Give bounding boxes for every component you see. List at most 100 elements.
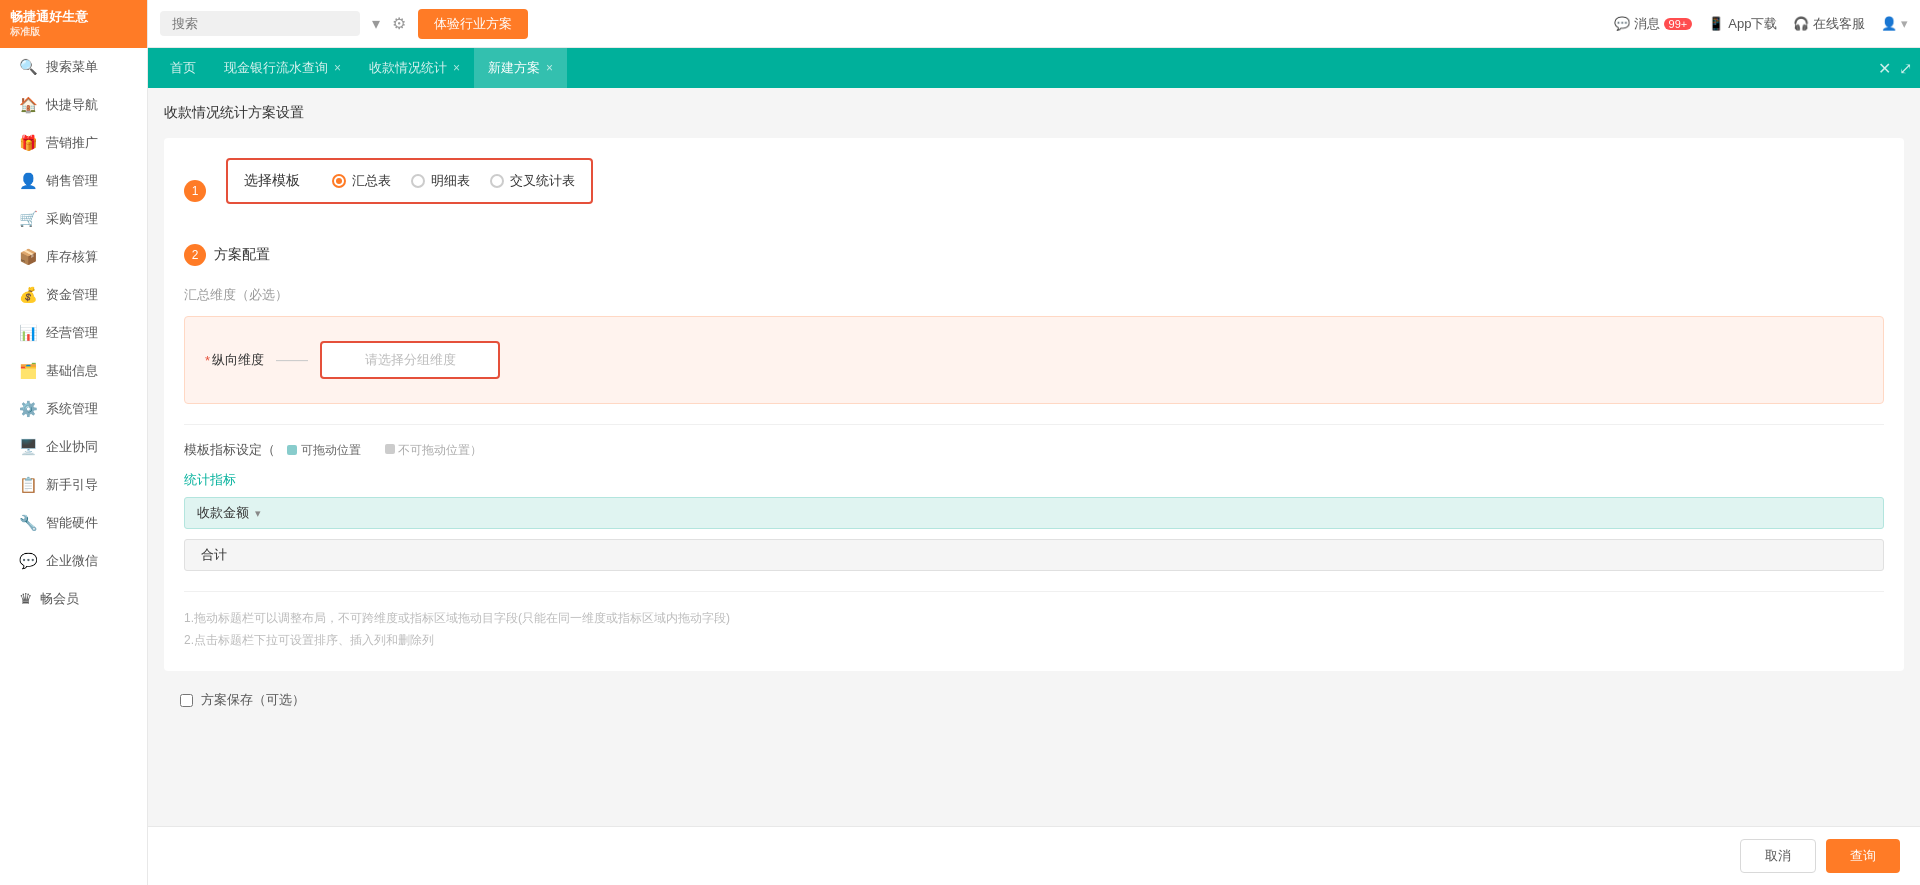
footer: 取消 查询	[148, 826, 1920, 885]
receipt-amount-tag[interactable]: 收款金额 ▾	[184, 497, 1884, 529]
app-icon: 📱	[1708, 16, 1724, 31]
tab-close-btn[interactable]: ✕	[1878, 59, 1891, 78]
sidebar-item-finance[interactable]: 💰 资金管理	[0, 276, 147, 314]
sidebar-item-member[interactable]: ♛ 畅会员	[0, 580, 147, 618]
message-badge: 99+	[1664, 18, 1693, 30]
indicator-settings-label: 模板指标设定（	[184, 441, 275, 459]
app-download-btn[interactable]: 📱 App下载	[1708, 15, 1777, 33]
non-draggable-badge: 不可拖动位置）	[385, 442, 482, 459]
version-tag: 标准版	[10, 25, 88, 39]
marketing-icon: 🎁	[19, 134, 38, 152]
sidebar-item-label: 新手引导	[46, 476, 98, 494]
user-avatar[interactable]: 👤 ▾	[1881, 16, 1908, 31]
service-icon: 🎧	[1793, 16, 1809, 31]
sidebar-item-label: 资金管理	[46, 286, 98, 304]
tips-section: 1.拖动标题栏可以调整布局，不可跨维度或指标区域拖动目字段(只能在同一维度或指标…	[184, 591, 1884, 651]
sidebar-item-operations[interactable]: 📊 经营管理	[0, 314, 147, 352]
enterprise-icon: 🖥️	[19, 438, 38, 456]
non-draggable-icon	[385, 444, 395, 454]
settings-icon[interactable]: ⚙	[392, 14, 406, 33]
page-title: 收款情况统计方案设置	[164, 104, 1904, 122]
finance-icon: 💰	[19, 286, 38, 304]
sidebar-item-label: 畅会员	[40, 590, 79, 608]
stat-indicators-label: 统计指标	[184, 471, 1884, 489]
brand-name: 畅捷通好生意	[10, 9, 88, 25]
radio-detail-btn[interactable]	[411, 174, 425, 188]
cancel-button[interactable]: 取消	[1740, 839, 1816, 873]
radio-summary[interactable]: 汇总表	[332, 172, 391, 190]
tab-receipts-stat-label: 收款情况统计	[369, 59, 447, 77]
radio-detail[interactable]: 明细表	[411, 172, 470, 190]
tab-bank-flow[interactable]: 现金银行流水查询 ×	[210, 48, 355, 88]
tip-2: 2.点击标题栏下拉可设置排序、插入列和删除列	[184, 630, 1884, 652]
sidebar-item-label: 库存核算	[46, 248, 98, 266]
non-draggable-label: 不可拖动位置）	[398, 443, 482, 457]
tab-receipts-stat[interactable]: 收款情况统计 ×	[355, 48, 474, 88]
tab-actions: ✕ ⤢	[1878, 59, 1912, 78]
hardware-icon: 🔧	[19, 514, 38, 532]
step2-badge: 2	[184, 244, 206, 266]
sidebar-item-hardware[interactable]: 🔧 智能硬件	[0, 504, 147, 542]
total-tag: 合计	[184, 539, 1884, 571]
template-section: 选择模板 汇总表 明细表	[226, 158, 593, 204]
industry-btn[interactable]: 体验行业方案	[418, 9, 528, 39]
save-checkbox[interactable]	[180, 694, 193, 707]
radio-summary-btn[interactable]	[332, 174, 346, 188]
tab-new-plan-close[interactable]: ×	[546, 61, 553, 75]
online-service-label: 在线客服	[1813, 15, 1865, 33]
save-label: 方案保存（可选）	[201, 691, 305, 709]
sidebar-item-label: 搜索菜单	[46, 58, 98, 76]
tab-bank-flow-close[interactable]: ×	[334, 61, 341, 75]
sidebar-item-label: 经营管理	[46, 324, 98, 342]
sidebar-item-system[interactable]: ⚙️ 系统管理	[0, 390, 147, 428]
draggable-icon	[287, 445, 297, 455]
query-button[interactable]: 查询	[1826, 839, 1900, 873]
topbar: ▾ ⚙ 体验行业方案 💬 消息 99+ 📱 App下载 🎧 在线客服 👤 ▾	[148, 0, 1920, 48]
main-card: 1 选择模板 汇总表 明细表	[164, 138, 1904, 671]
app-download-label: App下载	[1728, 15, 1777, 33]
message-label: 消息	[1634, 15, 1660, 33]
sidebar-item-wechat[interactable]: 💬 企业微信	[0, 542, 147, 580]
sidebar-logo: 畅捷通好生意 标准版	[0, 0, 147, 48]
sidebar-item-search-menu[interactable]: 🔍 搜索菜单	[0, 48, 147, 86]
sidebar-item-label: 企业协同	[46, 438, 98, 456]
message-btn[interactable]: 💬 消息 99+	[1614, 15, 1693, 33]
sidebar-item-label: 系统管理	[46, 400, 98, 418]
sidebar-item-basic-info[interactable]: 🗂️ 基础信息	[0, 352, 147, 390]
tab-new-plan[interactable]: 新建方案 ×	[474, 48, 567, 88]
radio-cross[interactable]: 交叉统计表	[490, 172, 575, 190]
wechat-icon: 💬	[19, 552, 38, 570]
dimension-arrow-icon: ——	[276, 351, 308, 369]
required-star: *	[205, 353, 210, 368]
sidebar-item-guide[interactable]: 📋 新手引导	[0, 466, 147, 504]
sidebar-item-enterprise[interactable]: 🖥️ 企业协同	[0, 428, 147, 466]
radio-summary-label: 汇总表	[352, 172, 391, 190]
home-icon: 🏠	[19, 96, 38, 114]
tab-expand-btn[interactable]: ⤢	[1899, 59, 1912, 78]
basic-info-icon: 🗂️	[19, 362, 38, 380]
sidebar-item-marketing[interactable]: 🎁 营销推广	[0, 124, 147, 162]
sidebar-item-label: 企业微信	[46, 552, 98, 570]
purchase-icon: 🛒	[19, 210, 38, 228]
search-input[interactable]	[160, 11, 360, 36]
dropdown-icon[interactable]: ▾	[372, 14, 380, 33]
radio-cross-btn[interactable]	[490, 174, 504, 188]
indicator-tags: 收款金额 ▾ 合计	[184, 497, 1884, 571]
sidebar-item-quick-nav[interactable]: 🏠 快捷导航	[0, 86, 147, 124]
tab-new-plan-label: 新建方案	[488, 59, 540, 77]
tab-home-label: 首页	[170, 59, 196, 77]
guide-icon: 📋	[19, 476, 38, 494]
online-service-btn[interactable]: 🎧 在线客服	[1793, 15, 1865, 33]
sidebar-item-purchase[interactable]: 🛒 采购管理	[0, 200, 147, 238]
dimension-selector[interactable]: 请选择分组维度	[320, 341, 500, 379]
topbar-right: 💬 消息 99+ 📱 App下载 🎧 在线客服 👤 ▾	[1614, 15, 1908, 33]
indicator-header: 模板指标设定（ 可拖动位置 不可拖动位置）	[184, 441, 1884, 459]
sidebar-item-inventory[interactable]: 📦 库存核算	[0, 238, 147, 276]
tab-home[interactable]: 首页	[156, 48, 210, 88]
tab-receipts-stat-close[interactable]: ×	[453, 61, 460, 75]
sidebar-item-sales[interactable]: 👤 销售管理	[0, 162, 147, 200]
inventory-icon: 📦	[19, 248, 38, 266]
dimension-area: * 纵向维度 —— 请选择分组维度	[184, 316, 1884, 404]
draggable-label: 可拖动位置	[301, 442, 361, 459]
save-section: 方案保存（可选）	[164, 679, 1904, 721]
